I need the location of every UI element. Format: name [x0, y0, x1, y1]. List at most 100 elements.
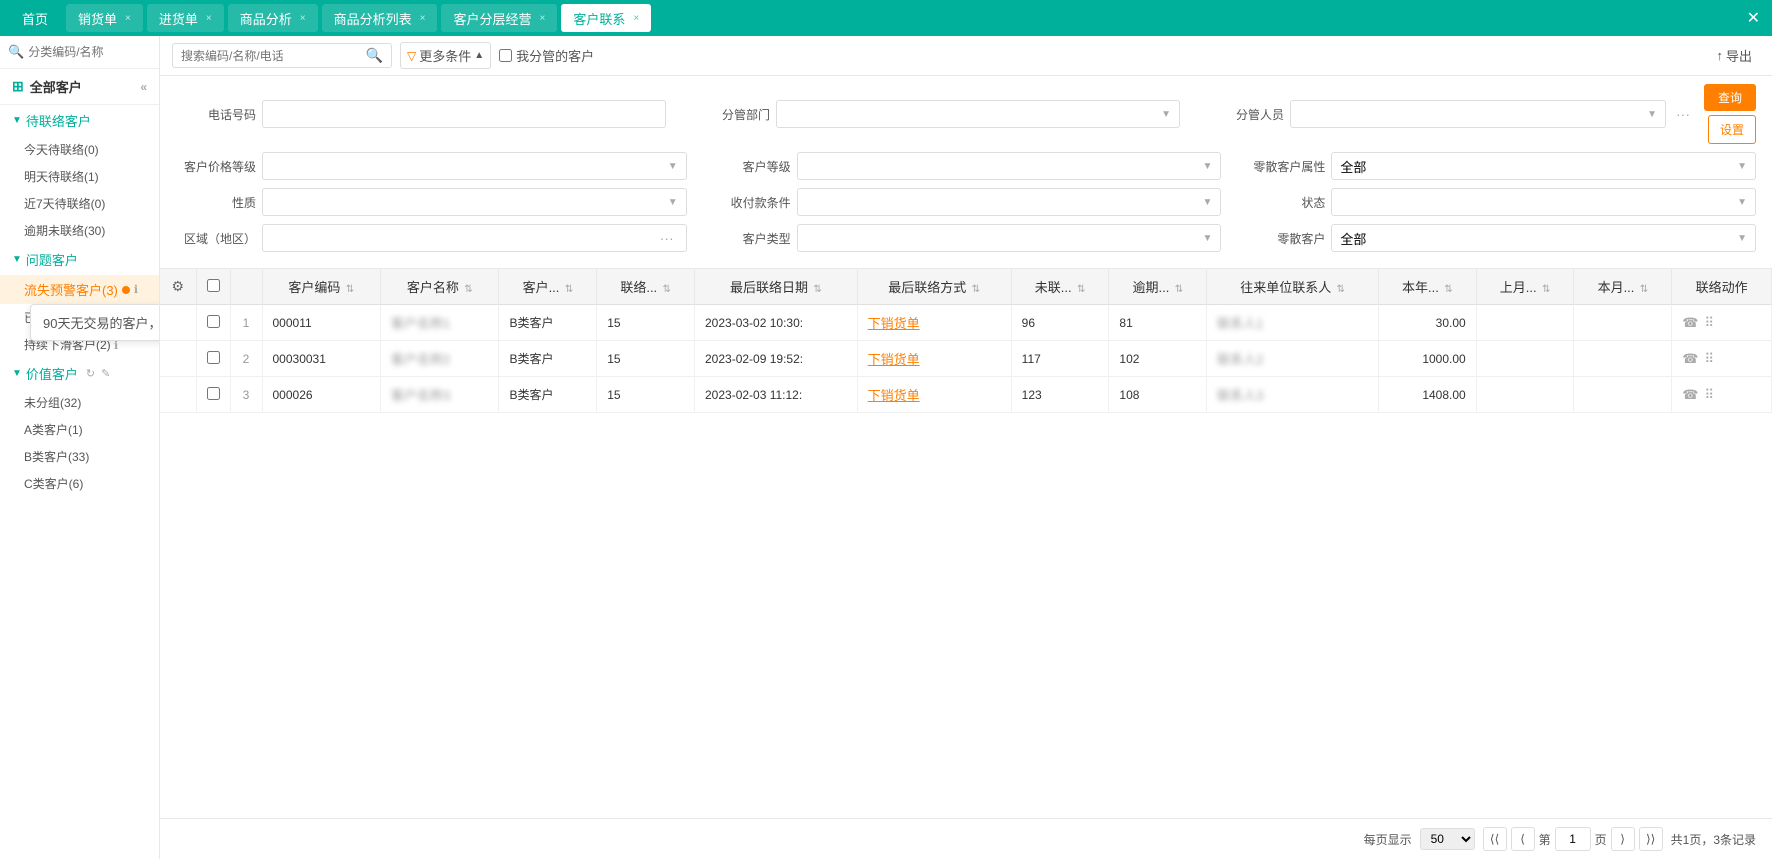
tab-analysis-list-close[interactable]: × — [420, 13, 426, 24]
more-conditions-button[interactable]: ▽ 更多条件 ▲ — [400, 42, 491, 69]
settings-button[interactable]: 设置 — [1708, 115, 1756, 144]
my-customer-checkbox[interactable] — [499, 49, 512, 62]
action-more-icon-1[interactable]: ⠿ — [1704, 351, 1714, 367]
action-phone-icon-0[interactable]: ☎ — [1682, 315, 1698, 331]
tab-analysis-close[interactable]: × — [300, 13, 306, 24]
row-checkbox-0[interactable] — [196, 305, 230, 341]
manager-more-button[interactable]: ··· — [1672, 106, 1694, 122]
sidebar-group-value[interactable]: ▼ 价值客户 ↻ ✎ — [0, 358, 159, 389]
page-size-select[interactable]: 50 100 200 — [1420, 828, 1475, 850]
row-gear-1 — [160, 341, 196, 377]
table-header-uncontacted[interactable]: 未联... ⇅ — [1011, 269, 1109, 305]
action-phone-icon-1[interactable]: ☎ — [1682, 351, 1698, 367]
tab-sales-close[interactable]: × — [125, 13, 131, 24]
sidebar-item-today-contact[interactable]: 今天待联络(0) — [0, 136, 159, 163]
sidebar-item-7days-contact[interactable]: 近7天待联络(0) — [0, 190, 159, 217]
customer-type-select[interactable]: ▼ — [797, 224, 1222, 252]
action-phone-icon-2[interactable]: ☎ — [1682, 387, 1698, 403]
table-header-checkbox[interactable] — [196, 269, 230, 305]
row-this-month-1 — [1574, 341, 1672, 377]
sidebar-item-b-class[interactable]: B类客户(33) — [0, 443, 159, 470]
tab-analysis-list[interactable]: 商品分析列表 × — [322, 4, 438, 32]
table-header-last-contact-date[interactable]: 最后联络日期 ⇅ — [695, 269, 858, 305]
select-all-checkbox[interactable] — [207, 279, 220, 292]
nature-select[interactable]: ▼ — [262, 188, 687, 216]
query-button[interactable]: 查询 — [1704, 84, 1756, 111]
phone-input[interactable] — [262, 100, 666, 128]
page-unit: 页 — [1595, 831, 1607, 848]
tab-purchase[interactable]: 进货单 × — [147, 4, 224, 32]
tab-sales[interactable]: 销货单 × — [66, 4, 143, 32]
price-grade-select[interactable]: ▼ — [262, 152, 687, 180]
scatter-customer-label: 零散客户 — [1245, 230, 1325, 247]
customer-grade-select[interactable]: ▼ — [797, 152, 1222, 180]
first-page-button[interactable]: ⟨⟨ — [1483, 827, 1507, 851]
table-header-name[interactable]: 客户名称 ⇅ — [380, 269, 498, 305]
table-header-type[interactable]: 客户... ⇅ — [499, 269, 597, 305]
status-select[interactable]: ▼ — [1331, 188, 1756, 216]
region-more-button[interactable]: ··· — [656, 230, 678, 246]
home-tab[interactable]: 首页 — [8, 0, 62, 36]
refresh-icon[interactable]: ↻ — [86, 367, 95, 380]
page-number-input[interactable] — [1555, 827, 1591, 851]
table-header-last-month[interactable]: 上月... ⇅ — [1476, 269, 1574, 305]
row-checkbox-1[interactable] — [196, 341, 230, 377]
table-header-contacts[interactable]: 往来单位联系人 ⇅ — [1207, 269, 1379, 305]
tab-customer-tier[interactable]: 客户分层经营 × — [441, 4, 557, 32]
scatter-customer-select[interactable]: 全部 ▼ — [1331, 224, 1756, 252]
last-page-button[interactable]: ⟩⟩ — [1639, 827, 1663, 851]
row-checkbox-2[interactable] — [196, 377, 230, 413]
tab-analysis[interactable]: 商品分析 × — [228, 4, 318, 32]
sidebar-item-lost-warning[interactable]: 流失预警客户(3) ℹ — [0, 275, 159, 304]
filter-search-input[interactable] — [181, 49, 366, 63]
sidebar-item-c-class[interactable]: C类客户(6) — [0, 470, 159, 497]
sidebar-group-pending-contact[interactable]: ▼ 待联络客户 — [0, 105, 159, 136]
export-button[interactable]: ↑ 导出 — [1708, 43, 1760, 68]
row-name-1: 客户名称2 — [380, 341, 498, 377]
table-header-code[interactable]: 客户编码 ⇅ — [262, 269, 380, 305]
scatter-attr-select[interactable]: 全部 ▼ — [1331, 152, 1756, 180]
manager-label: 分管人员 — [1204, 106, 1284, 123]
table-header-last-contact-method[interactable]: 最后联络方式 ⇅ — [857, 269, 1011, 305]
filter-field-phone: 电话号码 — [176, 100, 666, 128]
row-last-contact-method-1[interactable]: 下销货单 — [857, 341, 1011, 377]
sidebar-item-ungroup[interactable]: 未分组(32) — [0, 389, 159, 416]
filter-search-button[interactable]: 🔍 — [366, 47, 383, 64]
sidebar-group-problem[interactable]: ▼ 问题客户 — [0, 244, 159, 275]
table-header-contact[interactable]: 联络... ⇅ — [597, 269, 695, 305]
sidebar-group-value-label: 价值客户 — [26, 364, 78, 383]
sidebar-all-customers[interactable]: ⊞ 全部客户 « — [0, 69, 159, 105]
table-header-overdue[interactable]: 逾期... ⇅ — [1109, 269, 1207, 305]
filter-field-region: 区域（地区） ··· — [176, 224, 687, 252]
region-select[interactable]: ··· — [262, 224, 687, 252]
sort-arrows-year: ⇅ — [1444, 284, 1452, 295]
prev-page-button[interactable]: ⟨ — [1511, 827, 1535, 851]
sidebar-item-overdue-contact[interactable]: 逾期未联络(30) — [0, 217, 159, 244]
region-label: 区域（地区） — [176, 230, 256, 247]
action-more-icon-2[interactable]: ⠿ — [1704, 387, 1714, 403]
table-header-this-month[interactable]: 本月... ⇅ — [1574, 269, 1672, 305]
sidebar-search-input[interactable] — [28, 45, 151, 59]
sidebar-item-a-class[interactable]: A类客户(1) — [0, 416, 159, 443]
gear-icon[interactable]: ⚙ — [171, 278, 184, 294]
edit-icon[interactable]: ✎ — [101, 367, 110, 380]
next-page-button[interactable]: ⟩ — [1611, 827, 1635, 851]
tab-customer-contact-close[interactable]: × — [633, 13, 639, 24]
tab-customer-tier-close[interactable]: × — [539, 13, 545, 24]
sidebar-collapse-button[interactable]: « — [140, 80, 147, 94]
table-header-this-year[interactable]: 本年... ⇅ — [1378, 269, 1476, 305]
table-body: 1 000011 客户名称1 B类客户 15 2023-03-02 10:30:… — [160, 305, 1772, 413]
table-header-gear[interactable]: ⚙ — [160, 269, 196, 305]
action-more-icon-0[interactable]: ⠿ — [1704, 315, 1714, 331]
sidebar-item-tomorrow-contact[interactable]: 明天待联络(1) — [0, 163, 159, 190]
department-select[interactable]: ▼ — [776, 100, 1180, 128]
row-last-contact-method-2[interactable]: 下销货单 — [857, 377, 1011, 413]
row-code-0: 000011 — [262, 305, 380, 341]
row-last-contact-method-0[interactable]: 下销货单 — [857, 305, 1011, 341]
sidebar-lost-warning-container: 流失预警客户(3) ℹ 90天无交易的客户，可能有流失风险。 — [0, 275, 159, 304]
tab-purchase-close[interactable]: × — [206, 13, 212, 24]
manager-select[interactable]: ▼ — [1290, 100, 1666, 128]
window-close-button[interactable]: ✕ — [1743, 4, 1764, 32]
tab-customer-contact[interactable]: 客户联系 × — [561, 4, 651, 32]
payment-select[interactable]: ▼ — [797, 188, 1222, 216]
